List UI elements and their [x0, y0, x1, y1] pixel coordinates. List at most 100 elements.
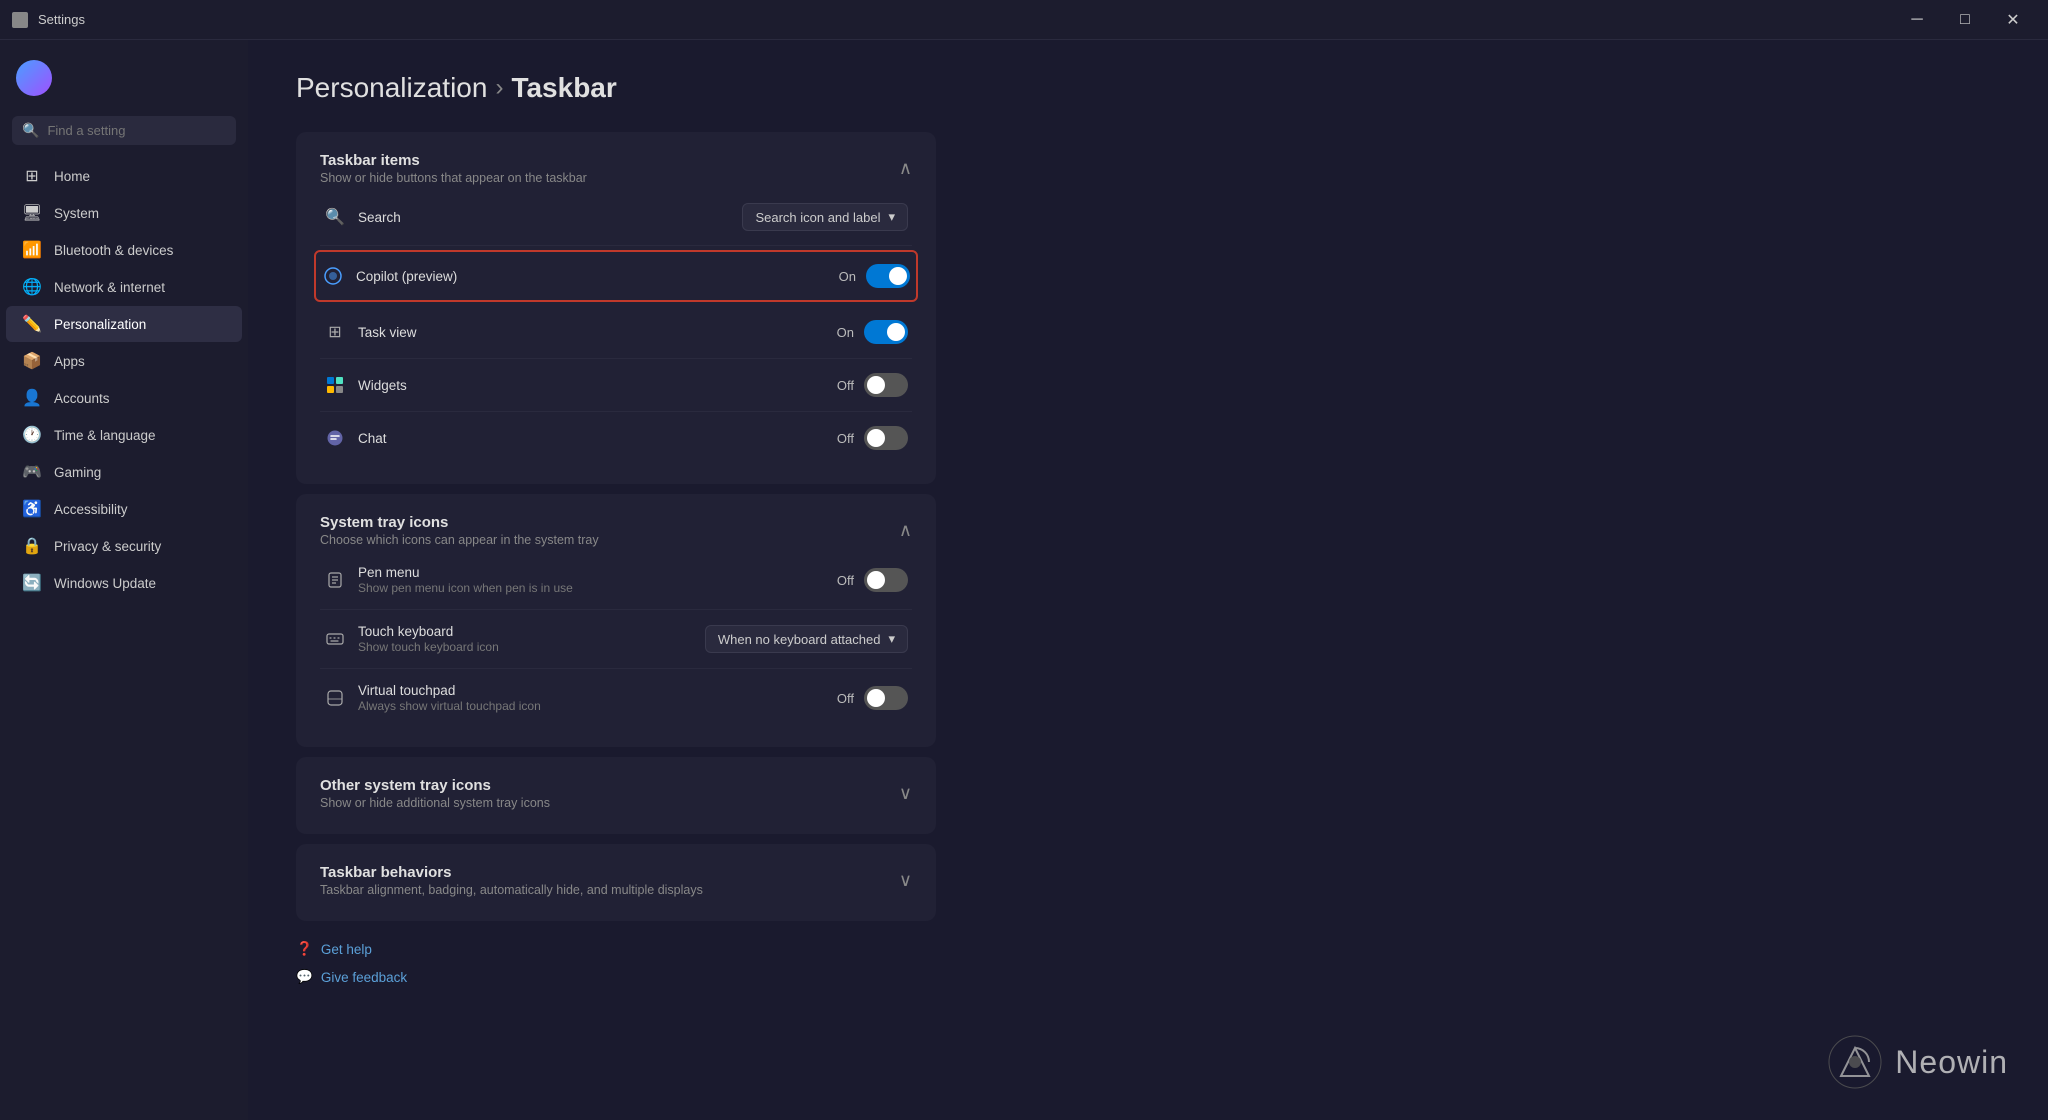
other-tray-expand[interactable]: ∨	[899, 783, 912, 804]
vtouchpad-icon	[324, 687, 346, 709]
update-nav-icon: 🔄	[22, 573, 42, 593]
other-tray-card: Other system tray icons Show or hide add…	[296, 757, 936, 834]
taskview-toggle-label: On	[837, 325, 854, 340]
touchkbd-setting-row: Touch keyboard Show touch keyboard icon …	[320, 610, 912, 669]
widgets-toggle[interactable]	[864, 373, 908, 397]
sidebar-item-privacy[interactable]: 🔒 Privacy & security	[6, 528, 242, 564]
taskview-setting-text: Task view	[358, 325, 417, 340]
penmenu-icon	[324, 569, 346, 591]
system-nav-label: System	[54, 206, 99, 221]
give-feedback-link[interactable]: 💬 Give feedback	[296, 969, 2000, 985]
copilot-setting-row: Copilot (preview) On	[314, 250, 918, 302]
privacy-nav-label: Privacy & security	[54, 539, 161, 554]
get-help-icon: ❓	[296, 941, 313, 957]
system-tray-header-left: System tray icons Choose which icons can…	[320, 514, 599, 547]
taskview-label: Task view	[358, 325, 417, 340]
widgets-setting-right: Off	[837, 373, 908, 397]
penmenu-toggle[interactable]	[864, 568, 908, 592]
sidebar-item-bluetooth[interactable]: 📶 Bluetooth & devices	[6, 232, 242, 268]
personalization-nav-label: Personalization	[54, 317, 146, 332]
profile-section	[0, 52, 248, 112]
search-box[interactable]: 🔍	[12, 116, 236, 145]
bluetooth-nav-icon: 📶	[22, 240, 42, 260]
network-nav-icon: 🌐	[22, 277, 42, 297]
close-button[interactable]: ✕	[1990, 4, 2036, 36]
chat-setting-text: Chat	[358, 431, 387, 446]
vtouchpad-toggle[interactable]	[864, 686, 908, 710]
taskview-toggle[interactable]	[864, 320, 908, 344]
sidebar-item-system[interactable]: 🖥 System	[6, 195, 242, 231]
taskbar-items-header: Taskbar items Show or hide buttons that …	[320, 152, 912, 185]
app-body: 🔍 ⊞ Home 🖥 System 📶 Bluetooth & devices …	[0, 40, 2048, 1120]
chat-toggle-label: Off	[837, 431, 854, 446]
sidebar-item-accounts[interactable]: 👤 Accounts	[6, 380, 242, 416]
copilot-toggle[interactable]	[866, 264, 910, 288]
system-tray-header: System tray icons Choose which icons can…	[320, 514, 912, 547]
search-icon: 🔍	[22, 122, 39, 139]
minimize-button[interactable]: ─	[1894, 4, 1940, 36]
taskbar-behaviors-header: Taskbar behaviors Taskbar alignment, bad…	[320, 864, 912, 897]
give-feedback-icon: 💬	[296, 969, 313, 985]
search-setting-icon: 🔍	[324, 206, 346, 228]
taskbar-items-header-left: Taskbar items Show or hide buttons that …	[320, 152, 587, 185]
main-content: Personalization › Taskbar Taskbar items …	[248, 40, 2048, 1120]
other-tray-subtitle: Show or hide additional system tray icon…	[320, 796, 550, 810]
search-setting-row: 🔍 Search Search icon and label ▾	[320, 189, 912, 246]
breadcrumb-parent[interactable]: Personalization	[296, 72, 487, 104]
touchkbd-setting-right: When no keyboard attached ▾	[705, 625, 908, 653]
neowin-logo-icon	[1827, 1034, 1883, 1090]
taskbar-behaviors-subtitle: Taskbar alignment, badging, automaticall…	[320, 883, 703, 897]
restore-button[interactable]: □	[1942, 4, 1988, 36]
app-icon	[12, 12, 28, 28]
taskview-setting-row: ⊞ Task view On	[320, 306, 912, 359]
sidebar-item-personalization[interactable]: ✏️ Personalization	[6, 306, 242, 342]
sidebar-item-gaming[interactable]: 🎮 Gaming	[6, 454, 242, 490]
accounts-nav-label: Accounts	[54, 391, 110, 406]
touchkbd-dropdown-label: When no keyboard attached	[718, 632, 881, 647]
time-nav-label: Time & language	[54, 428, 156, 443]
accessibility-nav-label: Accessibility	[54, 502, 128, 517]
search-dropdown-icon: ▾	[888, 209, 895, 225]
system-tray-collapse[interactable]: ∧	[899, 520, 912, 541]
window-controls: ─ □ ✕	[1894, 4, 2036, 36]
sidebar-item-network[interactable]: 🌐 Network & internet	[6, 269, 242, 305]
watermark: Neowin	[1827, 1034, 2008, 1090]
search-input[interactable]	[47, 123, 226, 138]
neowin-brand: Neowin	[1895, 1044, 2008, 1081]
apps-nav-icon: 📦	[22, 351, 42, 371]
sidebar-item-accessibility[interactable]: ♿ Accessibility	[6, 491, 242, 527]
breadcrumb: Personalization › Taskbar	[296, 72, 2000, 104]
widgets-toggle-label: Off	[837, 378, 854, 393]
time-nav-icon: 🕐	[22, 425, 42, 445]
search-dropdown[interactable]: Search icon and label ▾	[742, 203, 908, 231]
copilot-setting-text: Copilot (preview)	[356, 269, 457, 284]
privacy-nav-icon: 🔒	[22, 536, 42, 556]
gaming-nav-label: Gaming	[54, 465, 101, 480]
search-dropdown-label: Search icon and label	[755, 210, 880, 225]
taskbar-items-card: Taskbar items Show or hide buttons that …	[296, 132, 936, 484]
personalization-nav-icon: ✏️	[22, 314, 42, 334]
taskview-icon: ⊞	[324, 321, 346, 343]
get-help-link[interactable]: ❓ Get help	[296, 941, 2000, 957]
penmenu-label: Pen menu	[358, 565, 573, 580]
taskbar-items-title: Taskbar items	[320, 152, 587, 169]
accessibility-nav-icon: ♿	[22, 499, 42, 519]
touchkbd-dropdown[interactable]: When no keyboard attached ▾	[705, 625, 908, 653]
chat-toggle[interactable]	[864, 426, 908, 450]
footer-links: ❓ Get help 💬 Give feedback	[296, 941, 2000, 985]
sidebar-item-update[interactable]: 🔄 Windows Update	[6, 565, 242, 601]
taskview-setting-right: On	[837, 320, 908, 344]
sidebar-item-apps[interactable]: 📦 Apps	[6, 343, 242, 379]
sidebar-item-home[interactable]: ⊞ Home	[6, 158, 242, 194]
apps-nav-label: Apps	[54, 354, 85, 369]
penmenu-toggle-label: Off	[837, 573, 854, 588]
widgets-icon	[324, 374, 346, 396]
taskbar-items-collapse[interactable]: ∧	[899, 158, 912, 179]
sidebar-item-time[interactable]: 🕐 Time & language	[6, 417, 242, 453]
breadcrumb-current: Taskbar	[511, 72, 616, 104]
copilot-setting-left: Copilot (preview)	[322, 265, 457, 287]
home-nav-label: Home	[54, 169, 90, 184]
update-nav-label: Windows Update	[54, 576, 156, 591]
touchkbd-icon	[324, 628, 346, 650]
taskbar-behaviors-expand[interactable]: ∨	[899, 870, 912, 891]
